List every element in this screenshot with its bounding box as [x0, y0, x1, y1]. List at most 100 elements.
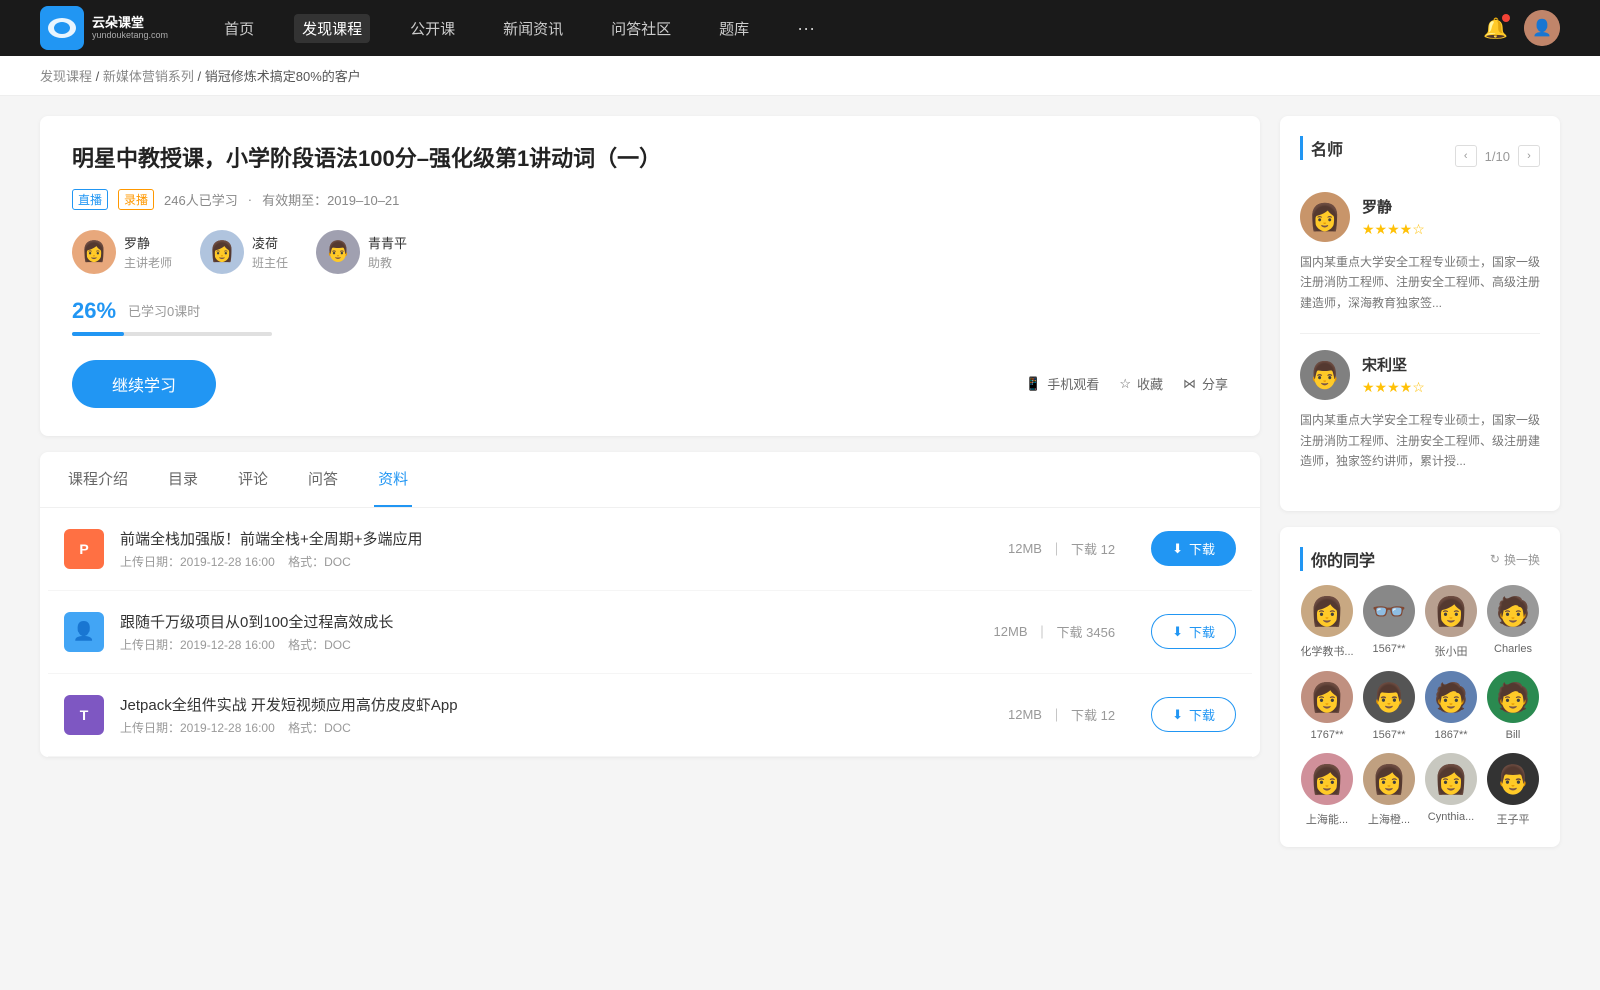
refresh-icon: ↻ [1490, 552, 1500, 566]
classmate-5-name: 1767** [1310, 729, 1343, 741]
classmate-11-avatar: 👩 [1425, 753, 1477, 805]
navbar: 云朵课堂 yundouketang.com 首页 发现课程 公开课 新闻资讯 问… [0, 0, 1600, 56]
progress-percent: 26% [72, 298, 116, 324]
teacher-card-2-desc: 国内某重点大学安全工程专业硕士，国家一级注册消防工程师、注册安全工程师、级注册建… [1300, 410, 1540, 471]
file-stats-2: 12MB ｜ 下载 3456 [994, 622, 1116, 641]
download-icon-1: ⬇ [1172, 541, 1183, 557]
prev-teacher-button[interactable]: ‹ [1455, 145, 1477, 167]
teacher-card-1-name: 罗静 [1362, 196, 1425, 217]
classmate-11: 👩 Cynthia... [1424, 753, 1478, 827]
mobile-icon: 📱 [1025, 376, 1041, 392]
file-info-2: 跟随千万级项目从0到100全过程高效成长 上传日期：2019-12-28 16:… [120, 611, 978, 653]
share-button[interactable]: ⋈ 分享 [1183, 374, 1228, 393]
progress-text: 已学习0课时 [128, 301, 200, 320]
classmate-6: 👨 1567** [1362, 671, 1416, 741]
progress-fill [72, 332, 124, 336]
classmate-4-name: Charles [1494, 643, 1532, 655]
download-button-3[interactable]: ⬇ 下载 [1151, 697, 1236, 732]
classmate-10: 👩 上海橙... [1362, 753, 1416, 827]
tabs-section: 课程介绍 目录 评论 问答 资料 P 前端全栈加强版！前端全栈+全周期+多端应用… [40, 452, 1260, 757]
teachers-card-title: 名师 [1300, 136, 1343, 160]
teacher-3: 👨 青青平 助教 [316, 230, 407, 274]
classmate-5-avatar: 👩 [1301, 671, 1353, 723]
breadcrumb-item-2[interactable]: 新媒体营销系列 [103, 69, 194, 84]
teacher-1-role: 主讲老师 [124, 254, 172, 271]
tab-qa[interactable]: 问答 [304, 452, 342, 507]
teacher-2-role: 班主任 [252, 254, 288, 271]
teacher-1-avatar: 👩 [72, 230, 116, 274]
breadcrumb-item-1[interactable]: 发现课程 [40, 69, 92, 84]
favorite-button[interactable]: ☆ 收藏 [1119, 374, 1163, 393]
share-icon: ⋈ [1183, 376, 1196, 392]
file-icon-2: 👤 [64, 612, 104, 652]
nav-news[interactable]: 新闻资讯 [495, 14, 571, 43]
teacher-card-1-desc: 国内某重点大学安全工程专业硕士，国家一级注册消防工程师、注册安全工程师、高级注册… [1300, 252, 1540, 313]
nav-qa[interactable]: 问答社区 [603, 14, 679, 43]
classmate-10-avatar: 👩 [1363, 753, 1415, 805]
download-button-2[interactable]: ⬇ 下载 [1151, 614, 1236, 649]
classmate-3: 👩 张小田 [1424, 585, 1478, 659]
nav-open[interactable]: 公开课 [402, 14, 463, 43]
continue-learning-button[interactable]: 继续学习 [72, 360, 216, 408]
nav-more[interactable]: ··· [789, 14, 823, 43]
classmate-9: 👩 上海能... [1300, 753, 1354, 827]
user-avatar[interactable]: 👤 [1524, 10, 1560, 46]
classmate-7-name: 1867** [1434, 729, 1467, 741]
classmates-header: 你的同学 ↻ 换一换 [1300, 547, 1540, 571]
download-button-1[interactable]: ⬇ 下载 [1151, 531, 1236, 566]
student-count: 246人已学习 [164, 190, 238, 209]
course-actions: 继续学习 📱 手机观看 ☆ 收藏 ⋈ 分享 [72, 360, 1228, 408]
tab-intro[interactable]: 课程介绍 [64, 452, 132, 507]
classmate-6-avatar: 👨 [1363, 671, 1415, 723]
teacher-card-1-avatar: 👩 [1300, 192, 1350, 242]
file-name-2: 跟随千万级项目从0到100全过程高效成长 [120, 611, 978, 632]
classmate-7-avatar: 🧑 [1425, 671, 1477, 723]
classmate-1: 👩 化学教书... [1300, 585, 1354, 659]
nav-discover[interactable]: 发现课程 [294, 14, 370, 43]
badge-live: 直播 [72, 189, 108, 210]
download-icon-3: ⬇ [1172, 707, 1183, 723]
classmate-10-name: 上海橙... [1368, 811, 1410, 827]
notification-bell[interactable]: 🔔 [1483, 16, 1508, 41]
classmate-3-avatar: 👩 [1425, 585, 1477, 637]
notification-dot [1502, 14, 1510, 22]
tabs-bar: 课程介绍 目录 评论 问答 资料 [40, 452, 1260, 508]
classmates-title: 你的同学 [1300, 547, 1375, 571]
nav-quiz[interactable]: 题库 [711, 14, 757, 43]
valid-until: 有效期至：2019–10–21 [262, 190, 399, 209]
classmate-4-avatar: 🧑 [1487, 585, 1539, 637]
next-teacher-button[interactable]: › [1518, 145, 1540, 167]
file-stats-1: 12MB ｜ 下载 12 [1008, 539, 1115, 558]
star-icon: ☆ [1119, 376, 1131, 392]
teachers-card-header: 名师 ‹ 1/10 › [1300, 136, 1540, 176]
course-meta: 直播 录播 246人已学习 · 有效期至：2019–10–21 [72, 189, 1228, 210]
file-meta-2: 上传日期：2019-12-28 16:00 格式：DOC [120, 636, 978, 653]
mobile-view-button[interactable]: 📱 手机观看 [1025, 374, 1099, 393]
refresh-classmates-button[interactable]: ↻ 换一换 [1490, 551, 1540, 568]
tab-reviews[interactable]: 评论 [234, 452, 272, 507]
classmate-7: 🧑 1867** [1424, 671, 1478, 741]
badge-record: 录播 [118, 189, 154, 210]
classmate-12: 👨 王子平 [1486, 753, 1540, 827]
teacher-card-2-avatar: 👨 [1300, 350, 1350, 400]
teacher-card-2: 👨 宋利坚 ★★★★☆ 国内某重点大学安全工程专业硕士，国家一级注册消防工程师、… [1300, 350, 1540, 471]
file-name-3: Jetpack全组件实战 开发短视频应用高仿皮皮虾App [120, 694, 992, 715]
classmate-3-name: 张小田 [1435, 643, 1468, 659]
teacher-3-role: 助教 [368, 254, 407, 271]
file-meta-3: 上传日期：2019-12-28 16:00 格式：DOC [120, 719, 992, 736]
logo[interactable]: 云朵课堂 yundouketang.com [40, 6, 168, 50]
classmate-2-avatar: 👓 [1363, 585, 1415, 637]
teacher-2: 👩 凌荷 班主任 [200, 230, 288, 274]
classmates-card: 你的同学 ↻ 换一换 👩 化学教书... 👓 1567** 👩 张小田 [1280, 527, 1560, 847]
tab-materials[interactable]: 资料 [374, 452, 412, 507]
classmate-12-avatar: 👨 [1487, 753, 1539, 805]
progress-section: 26% 已学习0课时 [72, 298, 1228, 336]
file-item-1: P 前端全栈加强版！前端全栈+全周期+多端应用 上传日期：2019-12-28 … [48, 508, 1252, 591]
classmate-5: 👩 1767** [1300, 671, 1354, 741]
nav-home[interactable]: 首页 [216, 14, 262, 43]
tab-toc[interactable]: 目录 [164, 452, 202, 507]
classmate-9-name: 上海能... [1306, 811, 1348, 827]
teacher-card-1: 👩 罗静 ★★★★☆ 国内某重点大学安全工程专业硕士，国家一级注册消防工程师、注… [1300, 192, 1540, 313]
file-name-1: 前端全栈加强版！前端全栈+全周期+多端应用 [120, 528, 992, 549]
teachers-list: 👩 罗静 主讲老师 👩 凌荷 班主任 👨 青青平 [72, 230, 1228, 274]
